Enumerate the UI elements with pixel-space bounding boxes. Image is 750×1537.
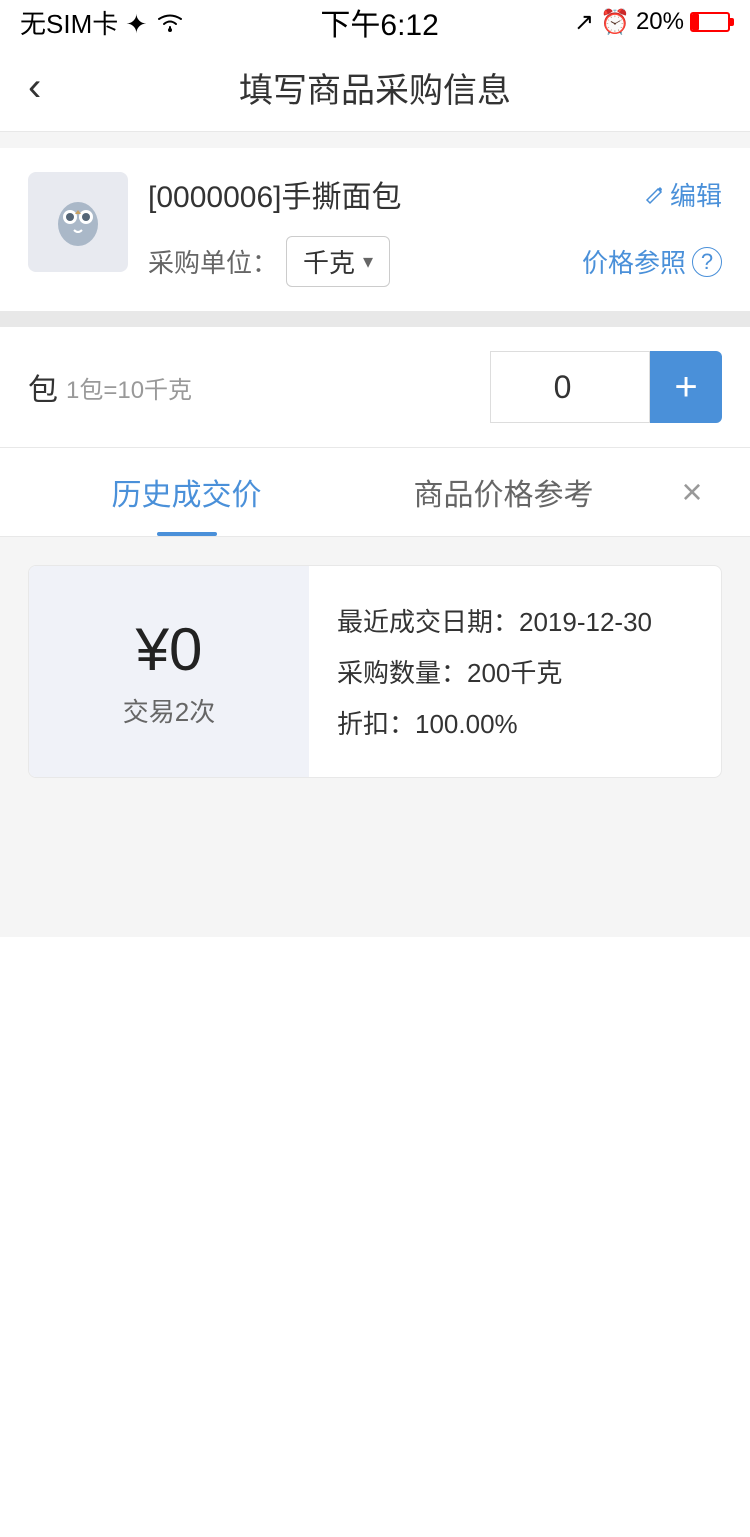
quantity-plus-button[interactable]: + bbox=[650, 351, 722, 423]
wifi-icon bbox=[155, 11, 185, 33]
tab-reference[interactable]: 商品价格参考 bbox=[345, 448, 662, 536]
price-number: 0 bbox=[169, 616, 202, 683]
price-ref-label: 价格参照 bbox=[582, 243, 686, 280]
content-area: ¥0 交易2次 最近成交日期：2019-12-30 采购数量：200千克 折扣：… bbox=[0, 537, 750, 937]
help-label: ? bbox=[701, 249, 713, 275]
status-left: 无SIM卡 ✦ bbox=[20, 4, 185, 41]
bottom-space bbox=[0, 937, 750, 1537]
tab-reference-label: 商品价格参考 bbox=[414, 470, 594, 514]
tab-history[interactable]: 历史成交价 bbox=[28, 448, 345, 536]
tabs: 历史成交价 商品价格参考 × bbox=[28, 448, 722, 536]
location-icon: ↗ bbox=[574, 8, 594, 37]
status-right: ↗ ⏰ 20% bbox=[574, 8, 730, 37]
product-unit-row: 采购单位： 千克 ▾ 价格参照 ? bbox=[148, 236, 722, 287]
nav-bar: ‹ 填写商品采购信息 bbox=[0, 44, 750, 132]
carrier-text: 无SIM卡 ✦ bbox=[20, 4, 147, 41]
tab-active-indicator bbox=[157, 532, 217, 536]
discount-row: 折扣：100.00% bbox=[337, 704, 693, 741]
edit-label: 编辑 bbox=[670, 176, 722, 213]
recent-date-label: 最近成交日期： bbox=[337, 607, 519, 637]
tab-area: 历史成交价 商品价格参考 × bbox=[0, 448, 750, 537]
tab-history-label: 历史成交价 bbox=[112, 470, 262, 514]
quantity-control: + bbox=[490, 351, 722, 423]
product-title-row: [0000006]手撕面包 编辑 bbox=[148, 172, 722, 216]
back-button[interactable]: ‹ bbox=[28, 65, 41, 110]
discount-value: 100.00% bbox=[415, 709, 518, 739]
quantity-conversion: 1包=10千克 bbox=[66, 370, 192, 405]
dropdown-arrow-icon: ▾ bbox=[363, 249, 373, 274]
product-info: [0000006]手撕面包 编辑 采购单位： 千克 ▾ bbox=[148, 172, 722, 287]
recent-date-row: 最近成交日期：2019-12-30 bbox=[337, 602, 693, 639]
product-thumbnail bbox=[28, 172, 128, 272]
section-divider bbox=[0, 311, 750, 327]
quantity-row: 包 1包=10千克 + bbox=[0, 327, 750, 447]
unit-select[interactable]: 千克 ▾ bbox=[286, 236, 390, 287]
quantity-input[interactable] bbox=[490, 351, 650, 423]
discount-label: 折扣： bbox=[337, 709, 415, 739]
price-right: 最近成交日期：2019-12-30 采购数量：200千克 折扣：100.00% bbox=[309, 566, 721, 777]
purchase-qty-label: 采购数量： bbox=[337, 658, 467, 688]
product-card: [0000006]手撕面包 编辑 采购单位： 千克 ▾ bbox=[0, 148, 750, 311]
price-amount: ¥0 bbox=[136, 615, 203, 684]
battery-icon bbox=[690, 12, 730, 32]
quantity-label: 包 1包=10千克 bbox=[28, 365, 192, 409]
price-ref-button[interactable]: 价格参照 ? bbox=[582, 243, 722, 280]
currency-symbol: ¥ bbox=[136, 616, 169, 683]
unit-label: 采购单位： bbox=[148, 243, 278, 280]
edit-icon bbox=[644, 183, 666, 205]
trade-times: 交易2次 bbox=[123, 692, 215, 729]
help-icon: ? bbox=[692, 247, 722, 277]
tab-close-button[interactable]: × bbox=[662, 462, 722, 522]
product-header: [0000006]手撕面包 编辑 采购单位： 千克 ▾ bbox=[28, 172, 722, 287]
recent-date-value: 2019-12-30 bbox=[519, 607, 652, 637]
product-logo bbox=[48, 192, 108, 252]
purchase-qty-row: 采购数量：200千克 bbox=[337, 653, 693, 690]
quantity-unit: 包 bbox=[28, 365, 58, 409]
page-title: 填写商品采购信息 bbox=[239, 63, 511, 112]
edit-button[interactable]: 编辑 bbox=[644, 176, 722, 213]
status-bar: 无SIM卡 ✦ 下午6:12 ↗ ⏰ 20% bbox=[0, 0, 750, 44]
alarm-icon: ⏰ bbox=[600, 8, 630, 37]
price-left: ¥0 交易2次 bbox=[29, 566, 309, 777]
battery-percent: 20% bbox=[636, 8, 684, 36]
time-display: 下午6:12 bbox=[320, 0, 438, 44]
purchase-qty-value: 200千克 bbox=[467, 658, 562, 688]
product-name: [0000006]手撕面包 bbox=[148, 172, 401, 216]
price-card: ¥0 交易2次 最近成交日期：2019-12-30 采购数量：200千克 折扣：… bbox=[28, 565, 722, 778]
unit-value: 千克 bbox=[303, 243, 355, 280]
